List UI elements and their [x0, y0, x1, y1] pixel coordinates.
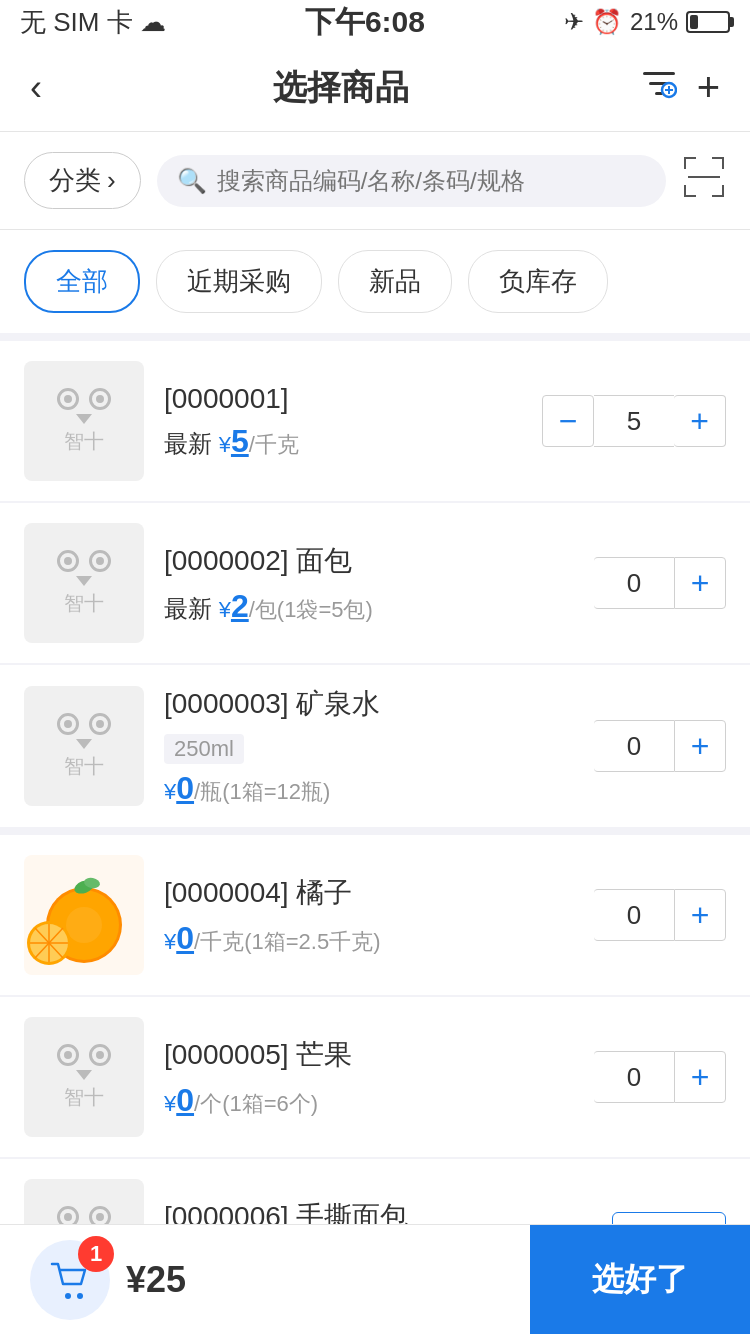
product-info: [0000003] 矿泉水 250ml ¥0/瓶(1箱=12瓶)	[164, 685, 574, 807]
scan-icon[interactable]	[682, 155, 726, 207]
qty-control: +	[594, 889, 726, 941]
status-left: 无 SIM 卡 ☁	[20, 5, 166, 40]
cart-icon-wrap[interactable]: 1	[30, 1240, 110, 1320]
qty-increase-button[interactable]: +	[674, 889, 726, 941]
cart-badge: 1	[78, 1236, 114, 1272]
sim-label: 无 SIM 卡 ☁	[20, 5, 166, 40]
add-button[interactable]: +	[697, 65, 720, 110]
qty-input[interactable]	[594, 720, 674, 772]
placeholder-image: 智十	[24, 523, 144, 643]
tab-bar: 全部 近期采购 新品 负库存	[0, 230, 750, 341]
qty-input[interactable]	[594, 1051, 674, 1103]
currency-symbol: ¥	[219, 432, 231, 457]
tab-all[interactable]: 全部	[24, 250, 140, 313]
svg-point-26	[65, 1293, 71, 1299]
product-name: [0000002] 面包	[164, 542, 574, 580]
placeholder-image: 智十	[24, 686, 144, 806]
qty-input[interactable]	[594, 395, 674, 447]
status-time: 下午6:08	[305, 2, 425, 43]
alarm-icon: ⏰	[592, 8, 622, 36]
product-item: 智十 [0000002] 面包 最新 ¥2/包(1袋=5包) +	[0, 503, 750, 663]
product-name: [0000001]	[164, 383, 522, 415]
cart-total: ¥25	[126, 1259, 186, 1301]
tab-recent[interactable]: 近期采购	[156, 250, 322, 313]
product-price: 最新 ¥5/千克	[164, 423, 522, 460]
cart-area: 1 ¥25	[0, 1240, 530, 1320]
qty-increase-button[interactable]: +	[674, 557, 726, 609]
product-price: ¥0/千克(1箱=2.5千克)	[164, 920, 574, 957]
product-name: [0000005] 芒果	[164, 1036, 574, 1074]
orange-image	[24, 855, 144, 975]
category-label: 分类	[49, 163, 101, 198]
bottom-bar: 1 ¥25 选好了	[0, 1224, 750, 1334]
price-amount: 5	[231, 423, 249, 459]
product-info: [0000002] 面包 最新 ¥2/包(1袋=5包)	[164, 542, 574, 625]
qty-control: +	[594, 720, 726, 772]
product-thumbnail	[24, 855, 144, 975]
category-button[interactable]: 分类 ›	[24, 152, 141, 209]
placeholder-image: 智十	[24, 1017, 144, 1137]
search-bar: 🔍	[157, 155, 666, 207]
battery-icon	[686, 11, 730, 33]
svg-rect-0	[643, 72, 675, 75]
status-bar: 无 SIM 卡 ☁ 下午6:08 ✈ ⏰ 21%	[0, 0, 750, 44]
product-item: 智十 [0000003] 矿泉水 250ml ¥0/瓶(1箱=12瓶) +	[0, 665, 750, 827]
battery-percent: 21%	[630, 8, 678, 36]
qty-decrease-button[interactable]: −	[542, 395, 594, 447]
product-item: 智十 [0000005] 芒果 ¥0/个(1箱=6个) +	[0, 997, 750, 1157]
product-thumbnail: 智十	[24, 686, 144, 806]
svg-rect-11	[684, 185, 686, 197]
tab-negative[interactable]: 负库存	[468, 250, 608, 313]
product-price: 最新 ¥2/包(1袋=5包)	[164, 588, 574, 625]
product-info: [0000001] 最新 ¥5/千克	[164, 383, 522, 460]
svg-rect-14	[688, 176, 720, 178]
svg-rect-9	[722, 157, 724, 169]
product-thumbnail: 智十	[24, 523, 144, 643]
product-item: [0000004] 橘子 ¥0/千克(1箱=2.5千克) +	[0, 835, 750, 995]
filter-button[interactable]	[641, 68, 677, 108]
placeholder-image: 智十	[24, 361, 144, 481]
tab-new[interactable]: 新品	[338, 250, 452, 313]
qty-increase-button[interactable]: +	[674, 395, 726, 447]
product-name: [0000004] 橘子	[164, 874, 574, 912]
qty-control: +	[594, 1051, 726, 1103]
confirm-button[interactable]: 选好了	[530, 1225, 750, 1335]
svg-rect-7	[684, 157, 686, 169]
status-right: ✈ ⏰ 21%	[564, 8, 730, 36]
qty-input[interactable]	[594, 889, 674, 941]
svg-point-17	[66, 907, 102, 943]
search-icon: 🔍	[177, 167, 207, 195]
product-spec: 250ml	[164, 734, 244, 764]
nav-bar: ‹ 选择商品 +	[0, 44, 750, 132]
qty-input[interactable]	[594, 557, 674, 609]
qty-increase-button[interactable]: +	[674, 1051, 726, 1103]
qty-control: − +	[542, 395, 726, 447]
nav-actions: +	[641, 65, 720, 110]
page-title: 选择商品	[273, 65, 409, 111]
product-thumbnail: 智十	[24, 1017, 144, 1137]
product-list: 智十 [0000001] 最新 ¥5/千克 − + 智十 [0000002] 面…	[0, 341, 750, 1334]
product-item: 智十 [0000001] 最新 ¥5/千克 − +	[0, 341, 750, 501]
product-info: [0000005] 芒果 ¥0/个(1箱=6个)	[164, 1036, 574, 1119]
search-input[interactable]	[217, 167, 646, 195]
product-info: [0000004] 橘子 ¥0/千克(1箱=2.5千克)	[164, 874, 574, 957]
svg-point-27	[77, 1293, 83, 1299]
back-button[interactable]: ‹	[30, 67, 42, 109]
qty-increase-button[interactable]: +	[674, 720, 726, 772]
price-prefix: 最新	[164, 430, 219, 457]
product-price: ¥0/瓶(1箱=12瓶)	[164, 770, 574, 807]
qty-control: +	[594, 557, 726, 609]
category-arrow: ›	[107, 165, 116, 196]
price-unit: /千克	[249, 432, 299, 457]
product-name: [0000003] 矿泉水	[164, 685, 574, 723]
filter-bar: 分类 › 🔍	[0, 132, 750, 230]
svg-rect-13	[722, 185, 724, 197]
product-thumbnail: 智十	[24, 361, 144, 481]
location-icon: ✈	[564, 8, 584, 36]
product-price: ¥0/个(1箱=6个)	[164, 1082, 574, 1119]
